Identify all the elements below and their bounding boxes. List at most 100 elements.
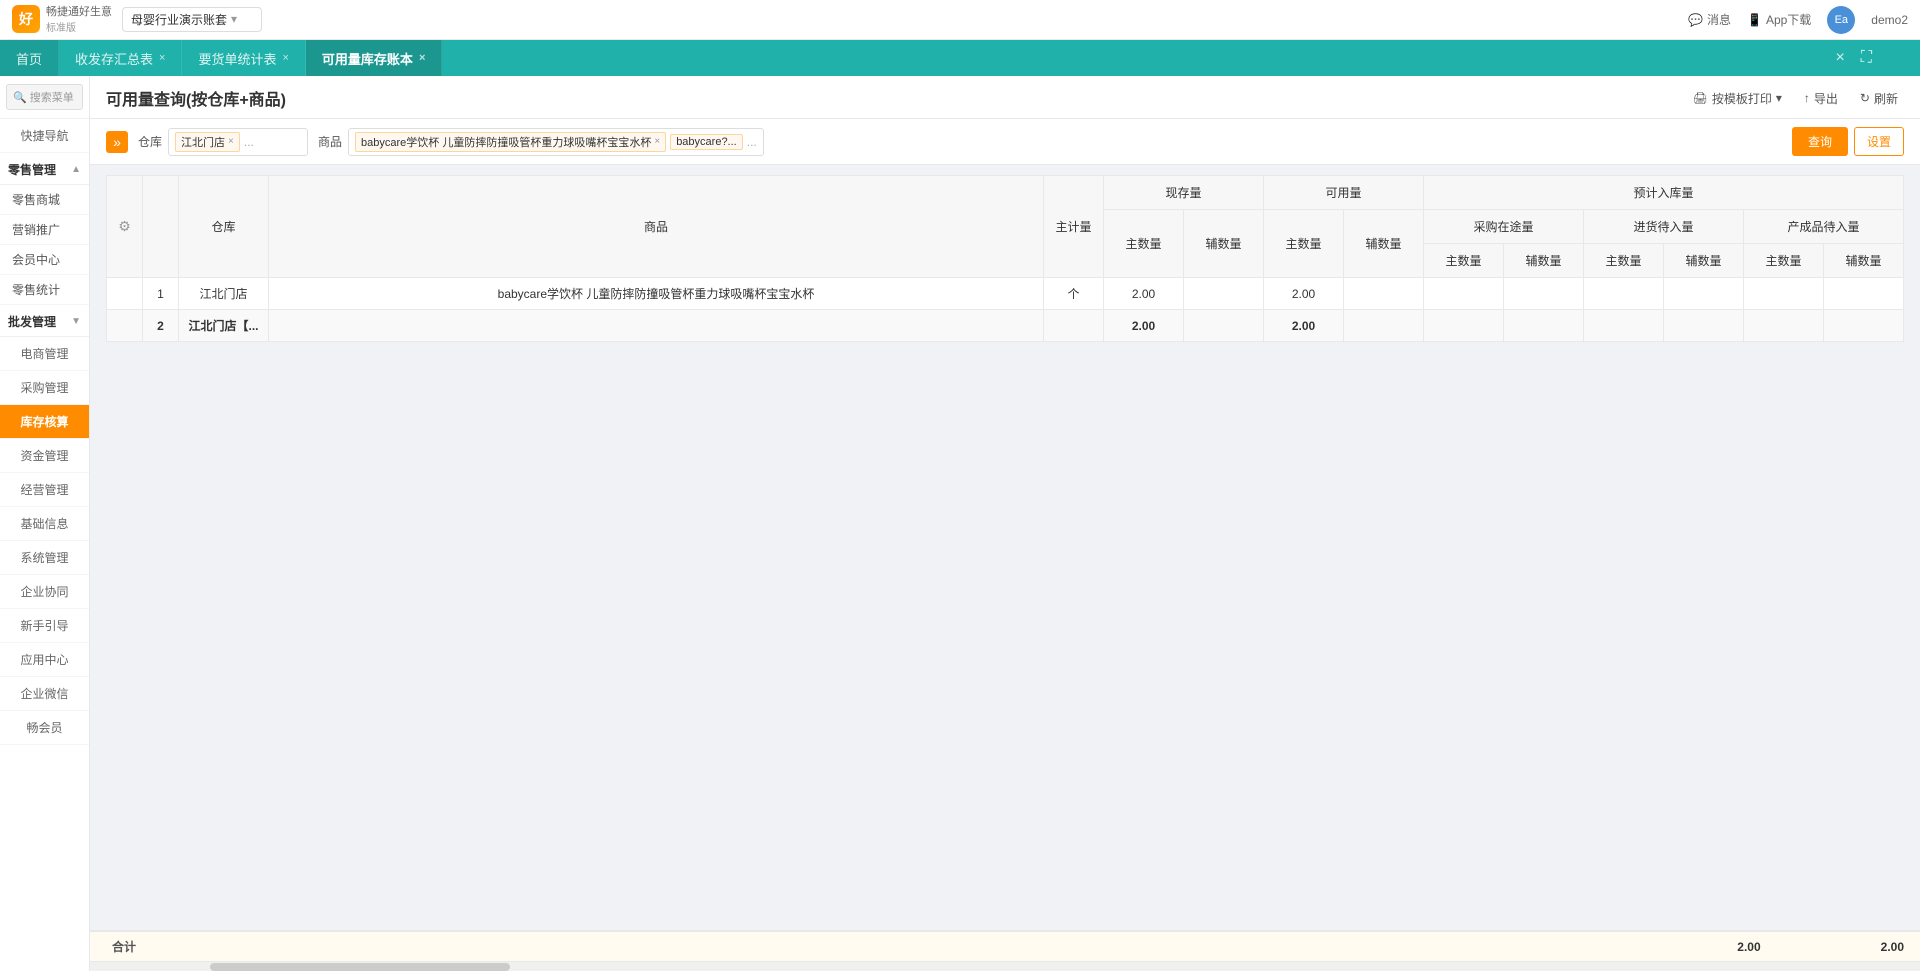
tab-receivable-close[interactable]: × [159, 52, 165, 64]
logo-subtext: 标准版 [46, 19, 112, 34]
col-product-header: 商品 [269, 176, 1044, 278]
warehouse-label: 仓库 [138, 133, 162, 150]
refresh-button[interactable]: ↻ 刷新 [1854, 87, 1904, 110]
product-filter: 商品 babycare学饮杯 儿童防摔防撞吸管杯重力球吸嘴杯宝宝水杯 × bab… [318, 128, 764, 156]
chevron-up-icon: ▲ [71, 164, 81, 175]
nav-tabs-actions: × ⛶ [1827, 40, 1880, 76]
logo-area: 好 畅捷通好生意 标准版 [12, 5, 112, 34]
product-label: 商品 [318, 133, 342, 150]
export-button[interactable]: ↑ 导出 [1798, 87, 1844, 110]
row2-unit [1044, 310, 1104, 342]
sidebar-search-button[interactable]: 🔍 搜索菜单 [6, 84, 83, 110]
industry-select[interactable]: 母婴行业演示账套 ▾ [122, 7, 262, 32]
footer-available-main-total: 2.00 [1881, 940, 1904, 954]
table-scrollbar[interactable] [90, 961, 1920, 971]
row2-warehouse: 江北门店【... [179, 310, 269, 342]
sidebar-item-member[interactable]: 畅会员 [0, 711, 89, 745]
avatar[interactable]: Ea [1827, 6, 1855, 34]
tab-receivable[interactable]: 收发存汇总表 × [59, 40, 182, 76]
product-more[interactable]: ... [747, 135, 757, 149]
tab-order-stats[interactable]: 要货单统计表 × [182, 40, 305, 76]
product-input[interactable]: babycare学饮杯 儿童防摔防撞吸管杯重力球吸嘴杯宝宝水杯 × babyca… [348, 128, 764, 156]
sidebar-item-member-center[interactable]: 会员中心 [0, 245, 89, 275]
col-purchase-aux-header: 辅数量 [1504, 244, 1584, 278]
settings-button[interactable]: 设置 [1854, 127, 1904, 156]
sidebar-item-quick-nav[interactable]: 快捷导航 [0, 119, 89, 153]
sidebar-item-retail-shop[interactable]: 零售商城 [0, 185, 89, 215]
query-button[interactable]: 查询 [1792, 127, 1848, 156]
row1-product-main [1744, 278, 1824, 310]
print-button[interactable]: 🖨 按模板打印 ▾ [1687, 87, 1788, 110]
col-unit-header: 主计量 [1044, 176, 1104, 278]
product-tag1: babycare学饮杯 儿童防摔防撞吸管杯重力球吸嘴杯宝宝水杯 × [355, 132, 666, 152]
sidebar-item-app-center[interactable]: 应用中心 [0, 643, 89, 677]
col-settings-header: ⚙ [107, 176, 143, 278]
sidebar-item-basic-info[interactable]: 基础信息 [0, 507, 89, 541]
user-initial: Ea [1835, 14, 1848, 26]
col-incoming-aux-header: 辅数量 [1664, 244, 1744, 278]
user-name[interactable]: demo2 [1871, 13, 1908, 27]
product-tag1-close[interactable]: × [654, 136, 660, 147]
messages-button[interactable]: 💬 消息 [1688, 11, 1731, 28]
row1-incoming-main [1584, 278, 1664, 310]
row1-available-main: 2.00 [1264, 278, 1344, 310]
tabs-expand-button[interactable]: ⛶ [1853, 49, 1880, 67]
tab-available-stock[interactable]: 可用量库存账本 × [306, 40, 442, 76]
filter-bar: » 仓库 江北门店 × ... 商品 babycare学饮杯 儿童防摔防撞吸管杯… [90, 119, 1920, 165]
table-row: 1 江北门店 babycare学饮杯 儿童防摔防撞吸管杯重力球吸嘴杯宝宝水杯 个… [107, 278, 1904, 310]
data-table: ⚙ 仓库 商品 主计量 现存量 可用量 预计入库量 主数量 辅数量 主数量 [106, 175, 1904, 342]
app-download-label: App下载 [1766, 11, 1811, 28]
footer-current-main-total: 2.00 [1737, 940, 1760, 954]
sidebar-section-wholesale[interactable]: 批发管理 ▼ [0, 305, 89, 337]
message-icon: 💬 [1688, 13, 1703, 27]
sidebar-item-retail-stats[interactable]: 零售统计 [0, 275, 89, 305]
sidebar-item-enterprise[interactable]: 企业协同 [0, 575, 89, 609]
sidebar-item-marketing[interactable]: 营销推广 [0, 215, 89, 245]
app-download-button[interactable]: 📱 App下载 [1747, 11, 1811, 28]
warehouse-tag-close[interactable]: × [228, 136, 234, 147]
col-purchase-main-header: 主数量 [1424, 244, 1504, 278]
col-available-header: 可用量 [1264, 176, 1424, 210]
filter-expand-button[interactable]: » [106, 131, 128, 153]
row2-available-aux [1344, 310, 1424, 342]
sidebar-item-new-guide[interactable]: 新手引导 [0, 609, 89, 643]
sidebar-item-business[interactable]: 经营管理 [0, 473, 89, 507]
table-scrollbar-thumb[interactable] [210, 963, 510, 971]
row1-index: 1 [143, 278, 179, 310]
page-header: 可用量查询(按仓库+商品) 🖨 按模板打印 ▾ ↑ 导出 ↻ 刷新 [90, 76, 1920, 119]
sidebar-item-ecommerce[interactable]: 电商管理 [0, 337, 89, 371]
sidebar-item-system[interactable]: 系统管理 [0, 541, 89, 575]
search-placeholder: 搜索菜单 [30, 92, 74, 104]
table-row: 2 江北门店【... 2.00 2.00 [107, 310, 1904, 342]
table-settings-icon[interactable]: ⚙ [118, 218, 131, 234]
col-planned-header: 预计入库量 [1424, 176, 1904, 210]
sidebar-section-retail[interactable]: 零售管理 ▲ [0, 153, 89, 185]
row2-product-aux [1824, 310, 1904, 342]
logo-text: 畅捷通好生意 [46, 5, 112, 19]
main-layout: 🔍 搜索菜单 快捷导航 零售管理 ▲ 零售商城 营销推广 会员中心 零售统计 批… [0, 76, 1920, 971]
row1-purchase-main [1424, 278, 1504, 310]
row2-current-aux [1184, 310, 1264, 342]
top-bar-right: 💬 消息 📱 App下载 Ea demo2 [1688, 6, 1908, 34]
sidebar-item-purchase[interactable]: 采购管理 [0, 371, 89, 405]
top-bar: 好 畅捷通好生意 标准版 母婴行业演示账套 ▾ 💬 消息 📱 App下载 Ea … [0, 0, 1920, 40]
sidebar-item-enterprise-wechat[interactable]: 企业微信 [0, 677, 89, 711]
tab-receivable-label: 收发存汇总表 [75, 49, 153, 68]
col-product-aux-header: 辅数量 [1824, 244, 1904, 278]
row1-product-aux [1824, 278, 1904, 310]
sidebar-item-finance[interactable]: 资金管理 [0, 439, 89, 473]
col-product-pending-header: 产成品待入量 [1744, 210, 1904, 244]
footer-label: 合计 [106, 938, 136, 955]
tab-available-stock-close[interactable]: × [419, 52, 425, 64]
tab-home[interactable]: 首页 [0, 40, 59, 76]
refresh-icon: ↻ [1860, 91, 1870, 105]
chevron-down-icon: ▼ [71, 316, 81, 327]
tabs-close-all-button[interactable]: × [1827, 49, 1852, 67]
tab-order-stats-close[interactable]: × [282, 52, 288, 64]
warehouse-input[interactable]: 江北门店 × ... [168, 128, 308, 156]
warehouse-more[interactable]: ... [244, 135, 254, 149]
sidebar-item-inventory[interactable]: 库存核算 [0, 405, 89, 439]
row2-settings [107, 310, 143, 342]
col-warehouse-header: 仓库 [179, 176, 269, 278]
sidebar-search-area: 🔍 搜索菜单 [0, 76, 89, 119]
